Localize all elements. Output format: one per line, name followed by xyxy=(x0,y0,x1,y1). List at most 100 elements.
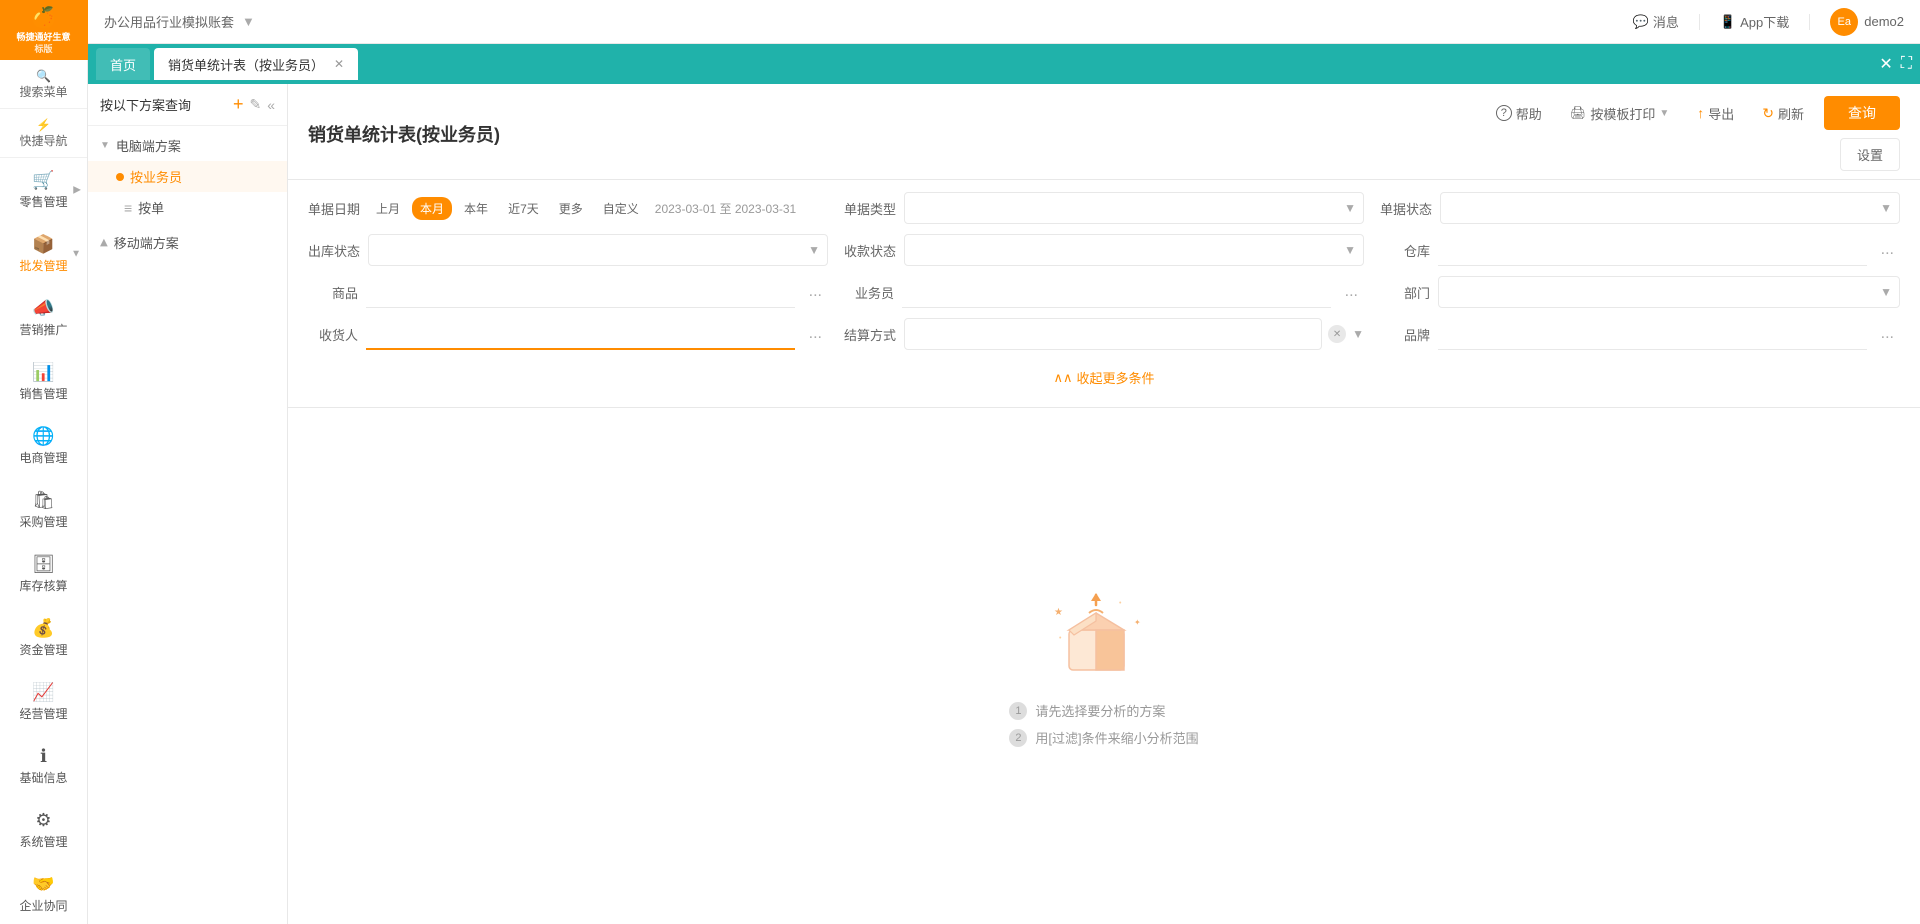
mobile-group-label: 移动端方案 xyxy=(114,233,179,252)
brand-dots[interactable]: ... xyxy=(1875,325,1900,343)
refresh-button[interactable]: ↻ 刷新 xyxy=(1754,100,1812,127)
sidebar-item-enterprise[interactable]: 🤝 企业协同 xyxy=(0,862,87,924)
tab-close-button[interactable]: ✕ xyxy=(334,57,344,71)
collapse-filter-button[interactable]: ∧∧ 收起更多条件 xyxy=(308,360,1900,395)
salesperson-dots[interactable]: ... xyxy=(1339,283,1364,301)
sidebar-item-finance[interactable]: 💰 资金管理 xyxy=(0,606,87,670)
sidebar-quicknav[interactable]: ⚡ 快捷导航 xyxy=(0,109,87,158)
payment-method-clear-button[interactable]: ✕ xyxy=(1328,325,1346,343)
filter-brand: 品牌 ... xyxy=(1380,318,1900,350)
sidebar-item-marketing[interactable]: 📣 营销推广 xyxy=(0,286,87,350)
warehouse-input[interactable] xyxy=(1438,234,1867,266)
tab-expand-icon[interactable]: ⛶ xyxy=(1901,55,1912,73)
page-actions: ? 帮助 🖨 按模板打印 ▼ ↑ 导出 ↻ xyxy=(1488,96,1900,130)
date-tab-this-year[interactable]: 本年 xyxy=(456,197,496,220)
purchase-icon: 🛍 xyxy=(0,490,87,511)
settings-button[interactable]: 设置 xyxy=(1840,138,1900,171)
sidebar-search[interactable]: 🔍 搜索菜单 xyxy=(0,60,87,109)
date-tab-custom[interactable]: 自定义 xyxy=(595,197,647,220)
search-icon: 🔍 xyxy=(36,69,51,83)
brand-label: 品牌 xyxy=(1380,325,1430,344)
date-tab-this-month[interactable]: 本月 xyxy=(412,197,452,220)
scheme-item-by-salesperson[interactable]: 按业务员 xyxy=(88,161,287,192)
warehouse-dots[interactable]: ... xyxy=(1875,241,1900,259)
sidebar-item-ecommerce[interactable]: 🌐 电商管理 xyxy=(0,414,87,478)
receipt-status-label: 收款状态 xyxy=(844,241,896,260)
marketing-icon: 📣 xyxy=(0,298,87,319)
filter-product: 商品 ... xyxy=(308,276,828,308)
department-select[interactable] xyxy=(1438,276,1900,308)
sidebar-menu: 🛒 零售管理 ▶ 📦 批发管理 ▼ 📣 营销推广 📊 销售管理 🌐 电商管理 🛍… xyxy=(0,158,87,924)
system-icon: ⚙ xyxy=(0,810,87,831)
salesperson-input[interactable] xyxy=(902,276,1331,308)
chevron-right-icon: ▶ xyxy=(98,239,109,247)
receipt-status-select[interactable] xyxy=(904,234,1364,266)
export-button[interactable]: ↑ 导出 xyxy=(1689,100,1742,127)
scheme-section: ▼ 电脑端方案 按业务员 ≡ 按单 xyxy=(88,126,287,227)
date-tab-last-month[interactable]: 上月 xyxy=(368,197,408,220)
warehouse-label: 仓库 xyxy=(1380,241,1430,260)
out-status-select[interactable] xyxy=(368,234,828,266)
doc-type-select[interactable] xyxy=(904,192,1364,224)
help-button[interactable]: ? 帮助 xyxy=(1488,100,1550,127)
filter-row-2: 出库状态 ▼ 收款状态 ▼ 仓库 xyxy=(308,234,1900,266)
recipient-input[interactable] xyxy=(366,318,795,350)
sidebar-item-inventory[interactable]: 🗄 库存核算 xyxy=(0,542,87,606)
svg-text:•: • xyxy=(1119,600,1122,607)
collapse-panel-button[interactable]: « xyxy=(267,97,275,113)
refresh-icon: ↻ xyxy=(1762,105,1774,122)
add-scheme-button[interactable]: + xyxy=(233,94,244,115)
doc-type-select-wrap: ▼ xyxy=(904,192,1364,224)
tab-home[interactable]: 首页 xyxy=(96,48,150,80)
out-status-select-wrap: ▼ xyxy=(368,234,828,266)
print-button[interactable]: 🖨 按模板打印 ▼ xyxy=(1562,100,1677,127)
sidebar-item-system[interactable]: ⚙ 系统管理 xyxy=(0,798,87,862)
sidebar-item-label: 销售管理 xyxy=(19,387,67,401)
product-dots[interactable]: ... xyxy=(803,283,828,301)
recipient-dots[interactable]: ... xyxy=(803,325,828,343)
collapse-up-icon: ∧∧ xyxy=(1053,370,1072,386)
filter-receipt-status: 收款状态 ▼ xyxy=(844,234,1364,266)
search-label: 搜索菜单 xyxy=(19,85,67,99)
mobile-scheme-group[interactable]: ▶ 移动端方案 xyxy=(88,227,287,258)
filter-doc-type: 单据类型 ▼ xyxy=(844,192,1364,224)
doc-status-select[interactable] xyxy=(1440,192,1900,224)
sidebar-item-label: 资金管理 xyxy=(19,643,67,657)
sidebar-item-purchase[interactable]: 🛍 采购管理 xyxy=(0,478,87,542)
product-label: 商品 xyxy=(308,283,358,302)
topbar: 办公用品行业模拟账套 ▼ 💬 消息 📱 App下载 Ea demo2 xyxy=(88,0,1920,44)
date-tab-7days[interactable]: 近7天 xyxy=(500,197,547,220)
inventory-icon: 🗄 xyxy=(0,554,87,575)
mobile-section: ▶ 移动端方案 xyxy=(88,227,287,258)
sidebar-item-label: 采购管理 xyxy=(19,515,67,529)
svg-text:✦: ✦ xyxy=(1134,618,1141,627)
filter-row-3: 商品 ... 业务员 ... 部门 ▼ xyxy=(308,276,1900,308)
scheme-sub-by-order[interactable]: ≡ 按单 xyxy=(88,192,287,223)
tip-2-label: 用[过滤]条件来缩小分析范围 xyxy=(1035,728,1198,747)
export-label: 导出 xyxy=(1708,104,1734,123)
product-input[interactable] xyxy=(366,276,795,308)
tab-close-all-icon[interactable]: ✕ xyxy=(1879,54,1892,74)
dropdown-icon[interactable]: ▼ xyxy=(242,14,255,29)
empty-state: ★ ✦ • • 1 请先选择要分析的方案 2 用[过滤] xyxy=(1009,585,1198,747)
desktop-scheme-group[interactable]: ▼ 电脑端方案 xyxy=(88,130,287,161)
app-download-button[interactable]: 📱 App下载 xyxy=(1720,12,1789,31)
payment-method-select[interactable] xyxy=(904,318,1322,350)
query-button[interactable]: 查询 xyxy=(1824,96,1900,130)
sidebar-item-wholesale[interactable]: 📦 批发管理 ▼ xyxy=(0,222,87,286)
app-download-label: App下载 xyxy=(1740,12,1789,31)
sidebar-item-sales[interactable]: 📊 销售管理 xyxy=(0,350,87,414)
date-tab-more[interactable]: 更多 xyxy=(551,197,591,220)
edit-scheme-button[interactable]: ✎ xyxy=(249,96,261,113)
sidebar-item-operations[interactable]: 📈 经营管理 xyxy=(0,670,87,734)
quicknav-icon: ⚡ xyxy=(36,118,51,132)
brand-input[interactable] xyxy=(1438,318,1867,350)
sidebar-item-retail[interactable]: 🛒 零售管理 ▶ xyxy=(0,158,87,222)
sidebar-item-basic[interactable]: ℹ 基础信息 xyxy=(0,734,87,798)
empty-tip-2: 2 用[过滤]条件来缩小分析范围 xyxy=(1009,728,1198,747)
date-filter: 上月 本月 本年 近7天 更多 自定义 2023-03-01 至 2023-03… xyxy=(368,197,796,220)
tab-sales-stats[interactable]: 销货单统计表（按业务员） ✕ xyxy=(154,48,358,80)
message-button[interactable]: 💬 消息 xyxy=(1633,12,1679,31)
chevron-down-icon: ▼ xyxy=(100,140,110,151)
user-menu[interactable]: Ea demo2 xyxy=(1830,8,1904,36)
